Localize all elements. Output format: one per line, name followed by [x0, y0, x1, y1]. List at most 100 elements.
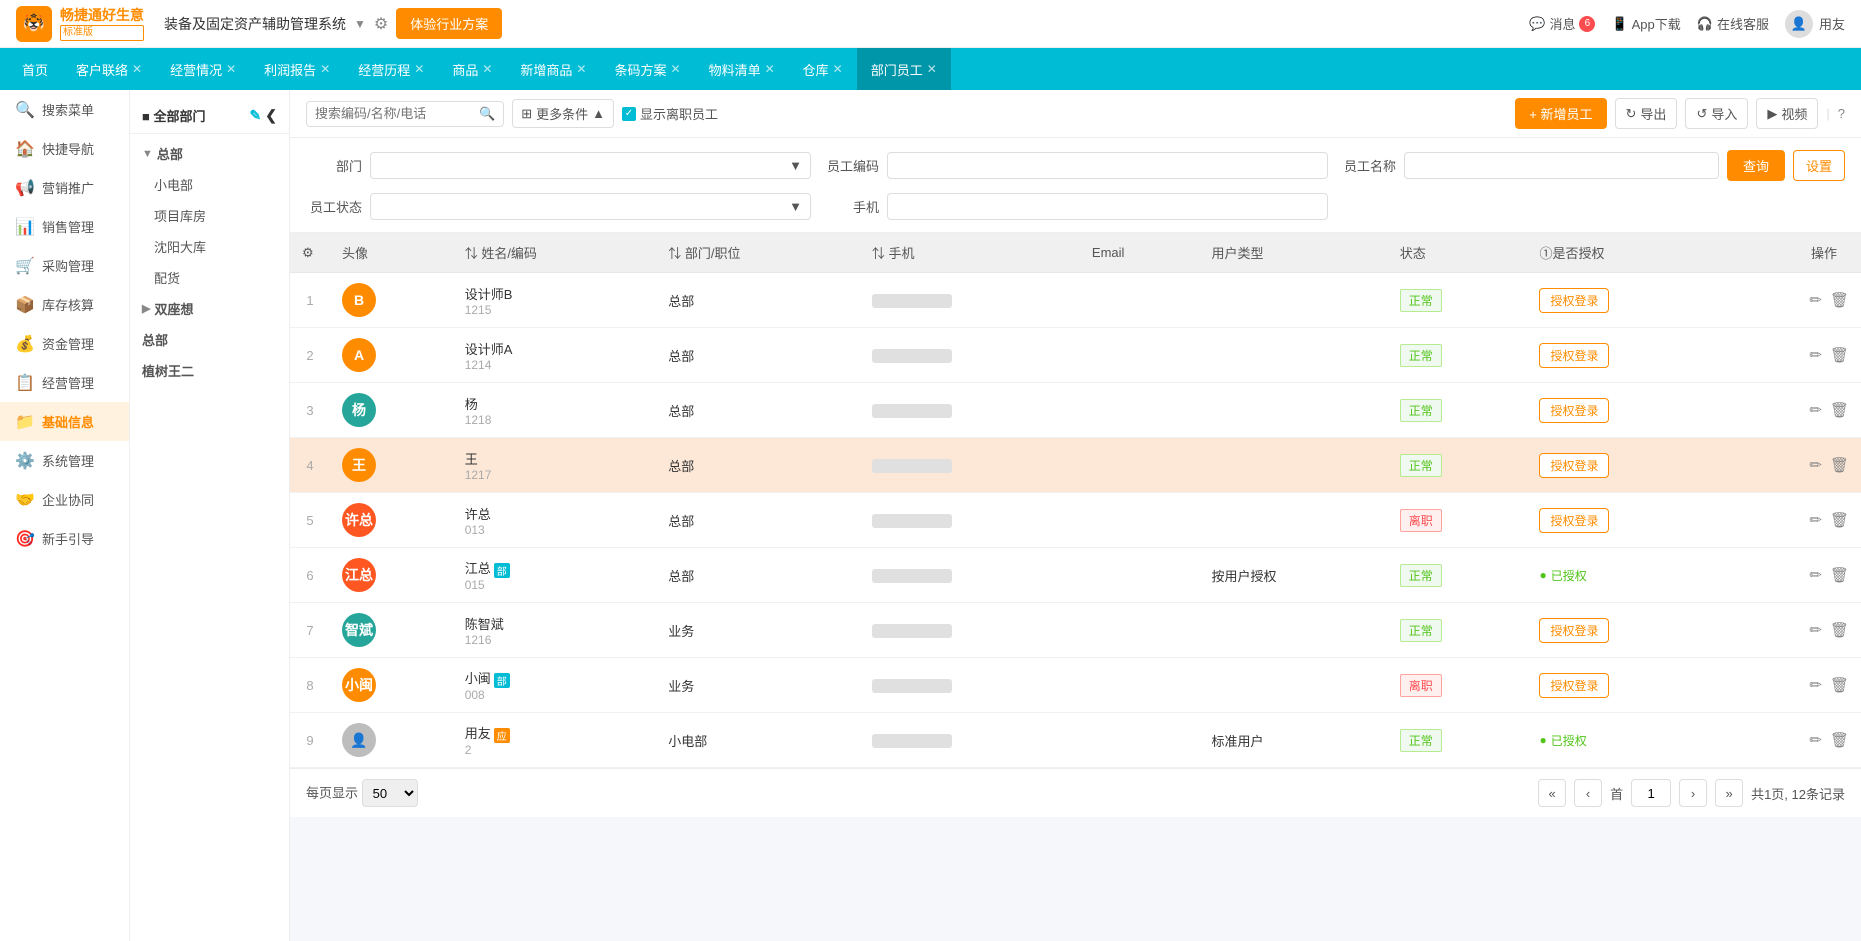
delete-icon[interactable]: 🗑: [1830, 566, 1849, 584]
close-icon[interactable]: ✕: [576, 62, 586, 76]
help-icon[interactable]: ?: [1838, 106, 1845, 121]
search-input[interactable]: [315, 106, 475, 121]
authorize-button[interactable]: 授权登录: [1539, 343, 1609, 368]
phone-input[interactable]: [887, 193, 1328, 220]
nav-item-history[interactable]: 经营历程 ✕: [344, 48, 438, 90]
edit-icon[interactable]: ✏: [1809, 731, 1822, 749]
dept-item-zongbu2[interactable]: 总部: [130, 324, 289, 355]
close-icon[interactable]: ✕: [482, 62, 492, 76]
nav-item-profit[interactable]: 利润报告 ✕: [250, 48, 344, 90]
edit-icon[interactable]: ✏: [1809, 346, 1822, 364]
dept-item-zongbu[interactable]: ▼ 总部: [130, 138, 289, 169]
edit-icon[interactable]: ✏: [1809, 401, 1822, 419]
sidebar-item-collab[interactable]: 🤝 企业协同: [0, 480, 129, 519]
close-icon[interactable]: ✕: [927, 62, 937, 76]
add-employee-button[interactable]: + 新增员工: [1515, 98, 1606, 129]
dept-item-peihuo[interactable]: 配货: [130, 262, 289, 293]
sidebar-item-nav[interactable]: 🏠 快捷导航: [0, 129, 129, 168]
sidebar-item-marketing[interactable]: 📢 营销推广: [0, 168, 129, 207]
status-select[interactable]: ▼: [370, 193, 811, 220]
empcode-input[interactable]: [887, 152, 1328, 179]
next-page-button[interactable]: ›: [1679, 779, 1707, 807]
authorize-button[interactable]: 授权登录: [1539, 618, 1609, 643]
nav-item-employees[interactable]: 部门员工 ✕: [857, 48, 951, 90]
edit-icon[interactable]: ✏: [1809, 511, 1822, 529]
online-service-button[interactable]: 🎧 在线客服: [1697, 14, 1769, 33]
delete-icon[interactable]: 🗑: [1830, 511, 1849, 529]
delete-icon[interactable]: 🗑: [1830, 291, 1849, 309]
dropdown-icon[interactable]: ▼: [354, 17, 366, 31]
prev-page-button[interactable]: ‹: [1574, 779, 1602, 807]
dept-item-xianmu[interactable]: 项目库房: [130, 200, 289, 231]
video-button[interactable]: ▶ 视频: [1756, 98, 1818, 129]
nav-item-home[interactable]: 首页: [8, 48, 62, 90]
close-icon[interactable]: ✕: [320, 62, 330, 76]
nav-item-barcode[interactable]: 条码方案 ✕: [600, 48, 694, 90]
edit-icon[interactable]: ✏: [1809, 291, 1822, 309]
authorize-button[interactable]: 授权登录: [1539, 288, 1609, 313]
search-button[interactable]: 查询: [1727, 150, 1785, 181]
delete-icon[interactable]: 🗑: [1830, 731, 1849, 749]
more-filter-button[interactable]: ⊞ 更多条件 ▲: [512, 99, 614, 128]
close-icon[interactable]: ✕: [671, 62, 681, 76]
col-dept[interactable]: ⇅ 部门/职位: [656, 233, 860, 273]
close-icon[interactable]: ✕: [765, 62, 775, 76]
edit-icon[interactable]: ✏: [1809, 621, 1822, 639]
dept-item-shenyang[interactable]: 沈阳大库: [130, 231, 289, 262]
close-icon[interactable]: ✕: [132, 62, 142, 76]
authorize-button[interactable]: 授权登录: [1539, 508, 1609, 533]
sidebar-item-inventory[interactable]: 📦 库存核算: [0, 285, 129, 324]
delete-icon[interactable]: 🗑: [1830, 346, 1849, 364]
authorize-button[interactable]: 授权登录: [1539, 673, 1609, 698]
page-number-input[interactable]: [1631, 779, 1671, 807]
edit-icon[interactable]: ✏: [1809, 676, 1822, 694]
set-button[interactable]: 设置: [1793, 150, 1845, 181]
logo-text: 畅捷通好生意 标准版: [60, 6, 144, 42]
close-icon[interactable]: ✕: [833, 62, 843, 76]
nav-item-add-goods[interactable]: 新增商品 ✕: [506, 48, 600, 90]
authorize-button[interactable]: 授权登录: [1539, 398, 1609, 423]
message-button[interactable]: 💬 消息 6: [1529, 14, 1595, 33]
close-icon[interactable]: ✕: [226, 62, 236, 76]
dept-select[interactable]: ▼: [370, 152, 811, 179]
dept-item-shuangzuoxiang[interactable]: ▶ 双座想: [130, 293, 289, 324]
sidebar-item-management[interactable]: 📋 经营管理: [0, 363, 129, 402]
experience-button[interactable]: 体验行业方案: [396, 8, 502, 39]
empname-input[interactable]: [1404, 152, 1719, 179]
delete-icon[interactable]: 🗑: [1830, 456, 1849, 474]
show-resigned-toggle[interactable]: ✓ 显示离职员工: [622, 104, 718, 123]
sidebar-item-sales[interactable]: 📊 销售管理: [0, 207, 129, 246]
sidebar-item-guide[interactable]: 🎯 新手引导: [0, 519, 129, 558]
nav-item-bom[interactable]: 物料清单 ✕: [695, 48, 789, 90]
delete-icon[interactable]: 🗑: [1830, 401, 1849, 419]
gear-button[interactable]: ⚙: [374, 14, 388, 34]
sidebar-item-purchase[interactable]: 🛒 采购管理: [0, 246, 129, 285]
first-page-button[interactable]: «: [1538, 779, 1566, 807]
col-phone[interactable]: ⇅ 手机: [860, 233, 1080, 273]
sidebar-item-search[interactable]: 🔍 搜索菜单: [0, 90, 129, 129]
col-name[interactable]: ⇅ 姓名/编码: [453, 233, 657, 273]
sidebar-item-system[interactable]: ⚙️ 系统管理: [0, 441, 129, 480]
delete-icon[interactable]: 🗑: [1830, 676, 1849, 694]
edit-icon[interactable]: ✏: [1809, 566, 1822, 584]
col-settings[interactable]: ⚙: [290, 233, 330, 273]
nav-item-customer[interactable]: 客户联络 ✕: [62, 48, 156, 90]
nav-item-goods[interactable]: 商品 ✕: [438, 48, 506, 90]
sidebar-item-basic[interactable]: 📁 基础信息: [0, 402, 129, 441]
sidebar-item-finance[interactable]: 💰 资金管理: [0, 324, 129, 363]
edit-icon[interactable]: ✏: [1809, 456, 1822, 474]
close-icon[interactable]: ✕: [414, 62, 424, 76]
delete-icon[interactable]: 🗑: [1830, 621, 1849, 639]
nav-item-warehouse[interactable]: 仓库 ✕: [789, 48, 857, 90]
authorize-button[interactable]: 授权登录: [1539, 453, 1609, 478]
dept-item-zhishu[interactable]: 植树王二: [130, 355, 289, 386]
nav-item-operations[interactable]: 经营情况 ✕: [156, 48, 250, 90]
export-button[interactable]: ↻ 导出: [1615, 98, 1678, 129]
last-page-button[interactable]: »: [1715, 779, 1743, 807]
edit-dept-icon[interactable]: ✎: [250, 107, 262, 124]
collapse-icon[interactable]: ❮: [265, 107, 277, 124]
app-download-button[interactable]: 📱 App下载: [1611, 14, 1680, 33]
page-size-select[interactable]: 50 20 100: [362, 779, 418, 807]
import-button[interactable]: ↺ 导入: [1685, 98, 1748, 129]
dept-item-xiaodian[interactable]: 小电部: [130, 169, 289, 200]
